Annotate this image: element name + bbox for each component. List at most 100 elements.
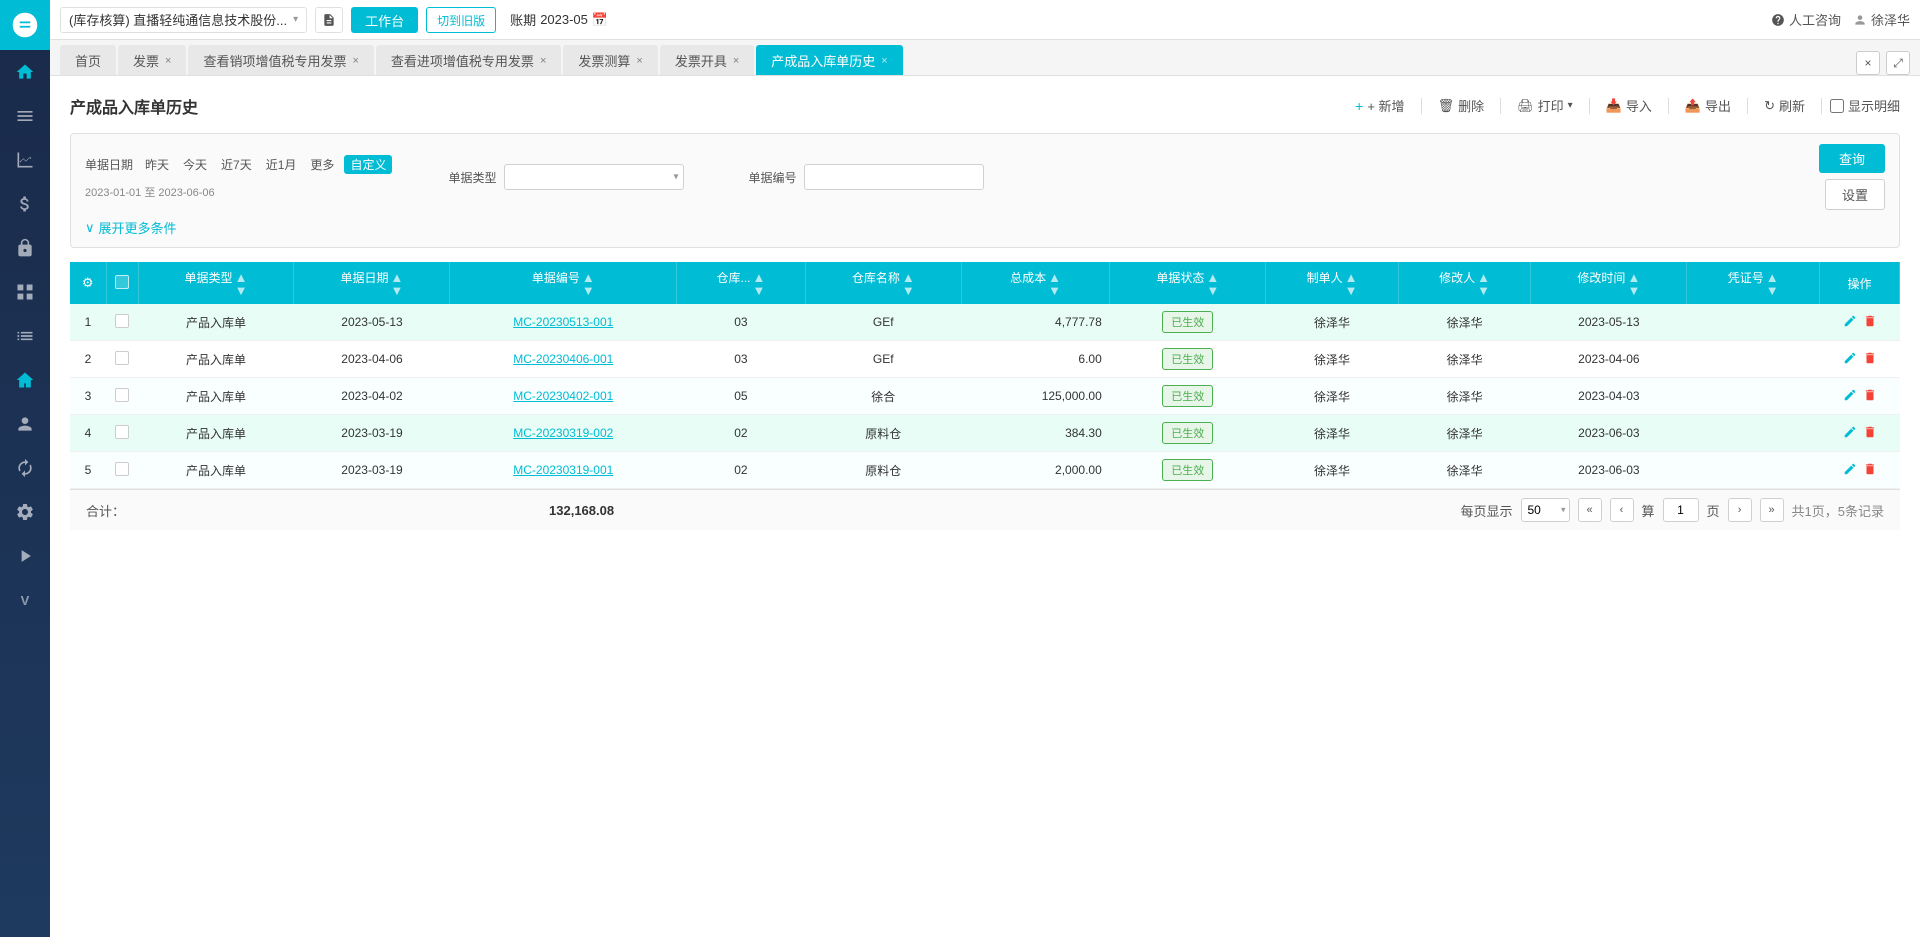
sidebar-item-play[interactable] bbox=[0, 534, 50, 578]
user-info[interactable]: 徐泽华 bbox=[1853, 10, 1910, 29]
row-edit-btn-3[interactable] bbox=[1843, 425, 1857, 442]
row-delete-btn-2[interactable] bbox=[1863, 388, 1877, 405]
workbench-button[interactable]: 工作台 bbox=[351, 7, 418, 33]
col-settings[interactable]: ⚙ bbox=[70, 262, 106, 304]
tab-invoice-issue-close[interactable]: × bbox=[733, 55, 739, 67]
row-order-no-3[interactable]: MC-20230319-002 bbox=[450, 415, 677, 452]
help-btn[interactable]: 人工咨询 bbox=[1771, 10, 1841, 29]
tab-purchase-vat-close[interactable]: × bbox=[540, 55, 546, 67]
row-checkbox-0[interactable] bbox=[106, 304, 138, 341]
row-checkbox-input-1[interactable] bbox=[115, 351, 129, 365]
doc-button[interactable] bbox=[315, 7, 343, 33]
row-checkbox-input-0[interactable] bbox=[115, 314, 129, 328]
row-checkbox-input-3[interactable] bbox=[115, 425, 129, 439]
first-page-btn[interactable]: « bbox=[1578, 498, 1602, 522]
setting-button[interactable]: 设置 bbox=[1825, 179, 1885, 210]
tab-invoice[interactable]: 发票 × bbox=[118, 45, 186, 75]
tab-invoice-calc[interactable]: 发票测算 × bbox=[563, 45, 657, 75]
row-delete-btn-4[interactable] bbox=[1863, 462, 1877, 479]
date-opt-yesterday[interactable]: 昨天 bbox=[141, 155, 173, 174]
next-page-btn[interactable]: › bbox=[1728, 498, 1752, 522]
sidebar-item-refresh[interactable] bbox=[0, 446, 50, 490]
date-opt-custom[interactable]: 自定义 bbox=[344, 155, 392, 174]
page-input[interactable] bbox=[1663, 498, 1699, 522]
sidebar-item-finance[interactable] bbox=[0, 182, 50, 226]
row-edit-btn-2[interactable] bbox=[1843, 388, 1857, 405]
sidebar-item-settings[interactable] bbox=[0, 490, 50, 534]
row-order-no-1[interactable]: MC-20230406-001 bbox=[450, 341, 677, 378]
row-order-no-2[interactable]: MC-20230402-001 bbox=[450, 378, 677, 415]
query-button[interactable]: 查询 bbox=[1819, 144, 1885, 173]
sidebar-item-list[interactable] bbox=[0, 314, 50, 358]
expand-filter-btn[interactable]: ∨ 展开更多条件 bbox=[85, 218, 1885, 237]
print-button[interactable]: 🖨 打印 ▾ bbox=[1509, 92, 1581, 119]
row-checkbox-4[interactable] bbox=[106, 452, 138, 489]
show-detail-label[interactable]: 显示明细 bbox=[1830, 96, 1900, 115]
row-edit-btn-0[interactable] bbox=[1843, 314, 1857, 331]
type-filter-select[interactable] bbox=[504, 164, 684, 190]
col-date[interactable]: 单据日期▲▼ bbox=[294, 262, 450, 304]
show-detail-checkbox[interactable] bbox=[1830, 99, 1844, 113]
col-creator[interactable]: 制单人▲▼ bbox=[1266, 262, 1399, 304]
row-order-no-0[interactable]: MC-20230513-001 bbox=[450, 304, 677, 341]
date-opt-today[interactable]: 今天 bbox=[179, 155, 211, 174]
col-type[interactable]: 单据类型▲▼ bbox=[138, 262, 294, 304]
row-delete-btn-0[interactable] bbox=[1863, 314, 1877, 331]
col-voucher[interactable]: 凭证号▲▼ bbox=[1687, 262, 1820, 304]
num-filter-input[interactable] bbox=[804, 164, 984, 190]
tab-maximize[interactable]: ⤢ bbox=[1886, 51, 1910, 75]
delete-button[interactable]: 🗑 删除 bbox=[1430, 92, 1493, 119]
date-opt-more[interactable]: 更多 bbox=[306, 155, 338, 174]
row-checkbox-2[interactable] bbox=[106, 378, 138, 415]
prev-page-btn[interactable]: ‹ bbox=[1610, 498, 1634, 522]
col-modifier[interactable]: 修改人▲▼ bbox=[1398, 262, 1531, 304]
row-checkbox-input-2[interactable] bbox=[115, 388, 129, 402]
row-delete-btn-1[interactable] bbox=[1863, 351, 1877, 368]
per-page-select[interactable]: 50 100 200 bbox=[1521, 498, 1570, 522]
tab-invoice-close[interactable]: × bbox=[165, 55, 171, 67]
row-edit-btn-1[interactable] bbox=[1843, 351, 1857, 368]
tab-product-inbound-close[interactable]: × bbox=[881, 55, 887, 67]
row-order-no-4[interactable]: MC-20230319-001 bbox=[450, 452, 677, 489]
col-checkbox[interactable] bbox=[106, 262, 138, 304]
header-checkbox[interactable] bbox=[115, 275, 129, 289]
import-button[interactable]: 📥 导入 bbox=[1598, 92, 1660, 119]
date-opt-1month[interactable]: 近1月 bbox=[262, 155, 301, 174]
last-page-btn[interactable]: » bbox=[1760, 498, 1784, 522]
tab-invoice-issue[interactable]: 发票开具 × bbox=[660, 45, 754, 75]
tab-product-inbound-history[interactable]: 产成品入库单历史 × bbox=[756, 45, 902, 75]
col-warehouse-code[interactable]: 仓库...▲▼ bbox=[677, 262, 806, 304]
sidebar-item-version[interactable]: V bbox=[0, 578, 50, 622]
sidebar-item-home[interactable] bbox=[0, 50, 50, 94]
sidebar-item-person[interactable] bbox=[0, 402, 50, 446]
row-checkbox-3[interactable] bbox=[106, 415, 138, 452]
sidebar-item-menu1[interactable] bbox=[0, 94, 50, 138]
export-button[interactable]: 📤 导出 bbox=[1677, 92, 1739, 119]
app-title[interactable]: (库存核算) 直播轻纯通信息技术股份... ▾ bbox=[60, 7, 307, 33]
switch-version-button[interactable]: 切到旧版 bbox=[426, 7, 496, 33]
col-order-no[interactable]: 单据编号▲▼ bbox=[450, 262, 677, 304]
col-status[interactable]: 单据状态▲▼ bbox=[1110, 262, 1266, 304]
col-total-cost[interactable]: 总成本▲▼ bbox=[961, 262, 1110, 304]
row-checkbox-input-4[interactable] bbox=[115, 462, 129, 476]
sidebar-item-lock[interactable] bbox=[0, 226, 50, 270]
row-checkbox-1[interactable] bbox=[106, 341, 138, 378]
sidebar-item-chart[interactable] bbox=[0, 138, 50, 182]
settings-icon[interactable]: ⚙ bbox=[82, 275, 94, 290]
row-edit-btn-4[interactable] bbox=[1843, 462, 1857, 479]
sidebar-item-grid[interactable] bbox=[0, 270, 50, 314]
calendar-icon[interactable]: 📅 bbox=[592, 12, 608, 28]
tab-close-all[interactable]: × bbox=[1856, 51, 1880, 75]
refresh-button[interactable]: ↻ 刷新 bbox=[1756, 92, 1813, 119]
new-button[interactable]: + + 新增 bbox=[1347, 92, 1412, 119]
tab-purchase-vat[interactable]: 查看进项增值税专用发票 × bbox=[376, 45, 561, 75]
date-opt-7days[interactable]: 近7天 bbox=[217, 155, 256, 174]
tab-sales-vat-close[interactable]: × bbox=[352, 55, 358, 67]
col-warehouse-name[interactable]: 仓库名称▲▼ bbox=[805, 262, 961, 304]
tab-home[interactable]: 首页 bbox=[60, 45, 116, 75]
tab-sales-vat[interactable]: 查看销项增值税专用发票 × bbox=[188, 45, 373, 75]
tab-invoice-calc-close[interactable]: × bbox=[636, 55, 642, 67]
sidebar-item-warehouse[interactable] bbox=[0, 358, 50, 402]
row-delete-btn-3[interactable] bbox=[1863, 425, 1877, 442]
col-modify-time[interactable]: 修改时间▲▼ bbox=[1531, 262, 1687, 304]
